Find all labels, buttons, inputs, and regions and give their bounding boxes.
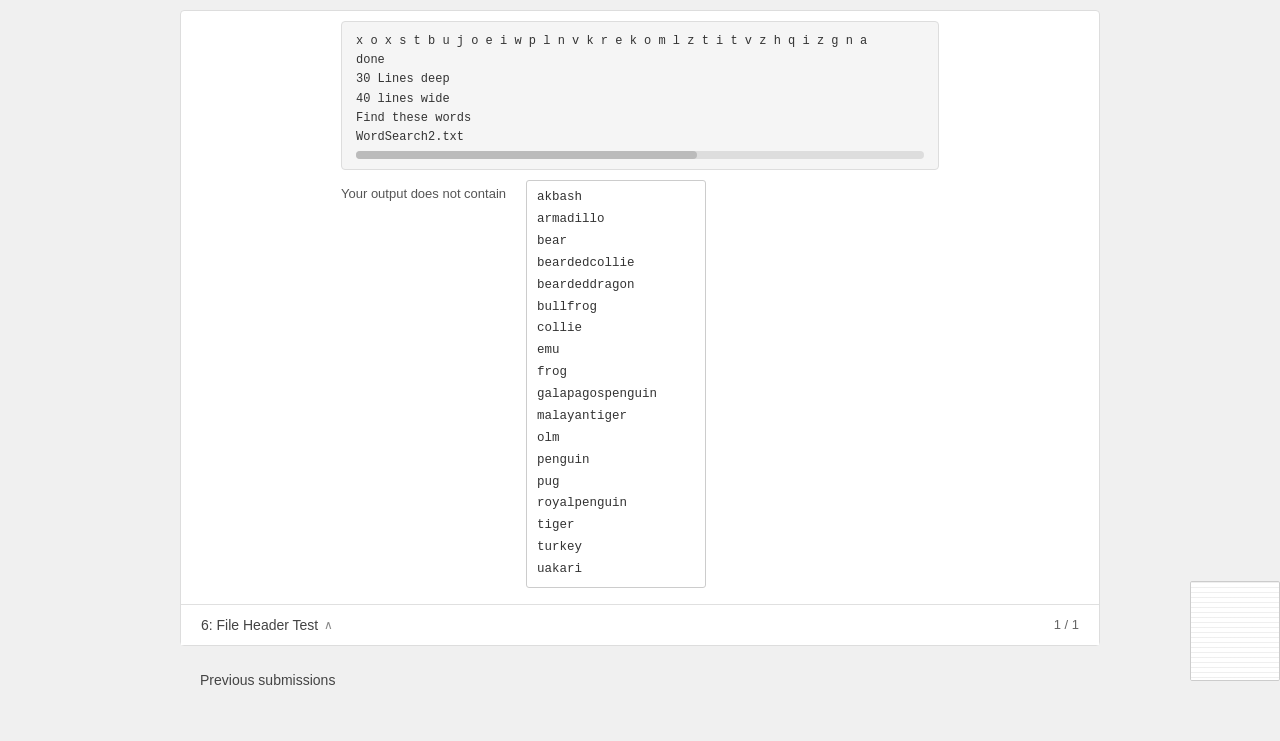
code-scrollbar[interactable]	[356, 151, 924, 159]
word-item-pug: pug	[537, 472, 695, 494]
code-line-2: done	[356, 51, 924, 70]
word-item-beardeddragon: beardeddragon	[537, 275, 695, 297]
word-list-box: akbash armadillo bear beardedcollie bear…	[526, 180, 706, 588]
word-item-bear: bear	[537, 231, 695, 253]
word-item-armadillo: armadillo	[537, 209, 695, 231]
word-item-bullfrog: bullfrog	[537, 297, 695, 319]
code-block: x o x s t b u j o e i w p l n v k r e k …	[341, 21, 939, 170]
chevron-up-icon: ∧	[324, 618, 333, 632]
page-count: 1 / 1	[1054, 617, 1079, 632]
code-line-6: WordSearch2.txt	[356, 128, 924, 147]
word-item-galapagospenguin: galapagospenguin	[537, 384, 695, 406]
word-item-frog: frog	[537, 362, 695, 384]
word-item-tiger: tiger	[537, 515, 695, 537]
minimap-content	[1191, 582, 1279, 680]
word-item-turkey: turkey	[537, 537, 695, 559]
word-item-olm: olm	[537, 428, 695, 450]
word-item-beardedcollie: beardedcollie	[537, 253, 695, 275]
word-item-malayantiger: malayantiger	[537, 406, 695, 428]
word-item-uakari: uakari	[537, 559, 695, 581]
output-section: Your output does not contain akbash arma…	[341, 180, 939, 588]
section-title[interactable]: 6: File Header Test ∧	[201, 617, 333, 633]
output-label: Your output does not contain	[341, 180, 506, 201]
code-line-3: 30 Lines deep	[356, 70, 924, 89]
code-line-1: x o x s t b u j o e i w p l n v k r e k …	[356, 32, 924, 51]
previous-submissions-section: Previous submissions	[180, 656, 1100, 688]
word-item-penguin: penguin	[537, 450, 695, 472]
code-line-4: 40 lines wide	[356, 90, 924, 109]
main-card: x o x s t b u j o e i w p l n v k r e k …	[180, 10, 1100, 646]
word-item-akbash: akbash	[537, 187, 695, 209]
word-item-royalpenguin: royalpenguin	[537, 493, 695, 515]
word-item-emu: emu	[537, 340, 695, 362]
code-scrollbar-thumb	[356, 151, 697, 159]
previous-submissions-title: Previous submissions	[200, 672, 1080, 688]
code-line-5: Find these words	[356, 109, 924, 128]
minimap-thumbnail	[1190, 581, 1280, 681]
section-title-label: 6: File Header Test	[201, 617, 318, 633]
word-item-collie: collie	[537, 318, 695, 340]
section-footer: 6: File Header Test ∧ 1 / 1	[181, 604, 1099, 645]
